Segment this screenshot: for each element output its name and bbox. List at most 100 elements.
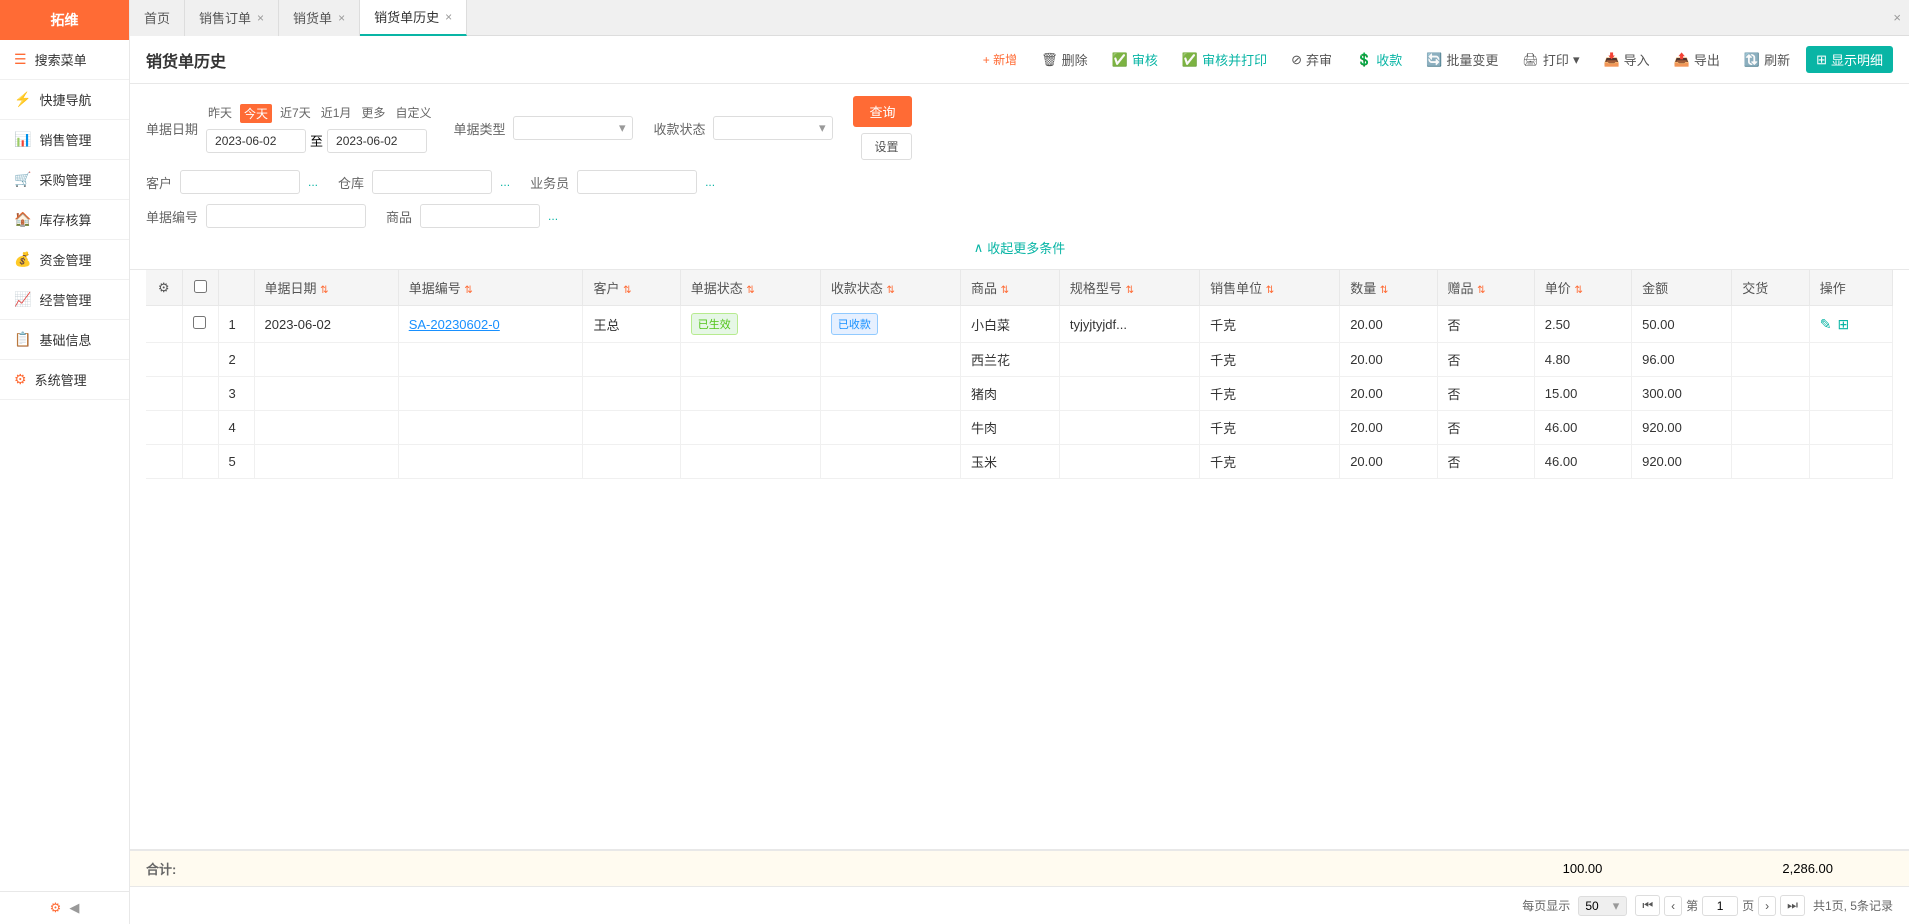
tabs-bar: 首页 销售订单 × 销货单 × 销货单历史 × ×	[130, 0, 1909, 36]
page-next-btn[interactable]: ›	[1758, 896, 1776, 916]
doc-type-select[interactable]	[513, 116, 633, 140]
collect-status-select[interactable]	[713, 116, 833, 140]
page-first-btn[interactable]: ⏮	[1635, 895, 1660, 916]
sort-spec-icon: ⇅	[1126, 285, 1134, 296]
sidebar-item-operations[interactable]: 📈 经营管理	[0, 280, 129, 320]
staff-ellipsis[interactable]: ...	[705, 175, 715, 189]
row-checkbox[interactable]	[193, 316, 206, 329]
goods-ellipsis[interactable]: ...	[548, 209, 558, 223]
filter-row-2: 客户 ... 仓库 ... 业务员 ...	[146, 170, 1893, 194]
select-all-checkbox[interactable]	[194, 280, 207, 293]
th-price[interactable]: 单价 ⇅	[1534, 270, 1631, 306]
edit-action-icon[interactable]: ✎	[1820, 316, 1832, 333]
collect-button[interactable]: 💲 收款	[1348, 46, 1410, 73]
cell-doc-status	[680, 445, 820, 479]
th-date[interactable]: 单据日期 ⇅	[254, 270, 398, 306]
more-action-icon[interactable]: ⊞	[1837, 316, 1849, 333]
page-input[interactable]	[1702, 896, 1738, 916]
sidebar-item-finance[interactable]: 💰 资金管理	[0, 240, 129, 280]
per-page-select-wrapper: 50 100	[1578, 896, 1627, 916]
shortcut-today[interactable]: 今天	[240, 104, 272, 123]
sidebar-label-search: 搜索菜单	[35, 50, 87, 69]
sidebar-collapse-icon[interactable]: ◀	[69, 900, 79, 916]
sidebar-settings-icon[interactable]: ⚙	[50, 900, 62, 916]
import-button[interactable]: 📥 导入	[1595, 46, 1657, 73]
cell-price: 46.00	[1534, 445, 1631, 479]
collapse-arrow-icon: ∧	[974, 240, 984, 256]
date-shortcuts: 昨天 今天 近7天 近1月 更多 自定义	[206, 104, 433, 123]
shortcut-custom[interactable]: 自定义	[393, 104, 433, 123]
sidebar-item-purchase[interactable]: 🛒 采购管理	[0, 160, 129, 200]
cell-trade	[1732, 377, 1809, 411]
th-amount: 金额	[1632, 270, 1732, 306]
export-button[interactable]: 📤 导出	[1666, 46, 1728, 73]
customer-ellipsis[interactable]: ...	[308, 175, 318, 189]
close-all-tabs[interactable]: ×	[1893, 10, 1901, 25]
audit-button[interactable]: ✅ 审核	[1104, 46, 1166, 73]
batch-change-button[interactable]: 🔄 批量变更	[1418, 46, 1506, 73]
finance-icon: 💰	[14, 251, 31, 268]
date-from-input[interactable]	[206, 129, 306, 153]
th-customer[interactable]: 客户 ⇅	[583, 270, 680, 306]
page-last-btn[interactable]: ⏭	[1780, 895, 1805, 916]
sidebar-item-base-info[interactable]: 📋 基础信息	[0, 320, 129, 360]
doc-no-link[interactable]: SA-20230602-0	[409, 317, 500, 332]
date-to-input[interactable]	[327, 129, 427, 153]
shortcut-yesterday[interactable]: 昨天	[206, 104, 234, 123]
sidebar-item-sales[interactable]: 📊 销售管理	[0, 120, 129, 160]
sidebar-item-sys-mgmt[interactable]: ⚙ 系统管理	[0, 360, 129, 400]
delete-icon: 🗑	[1041, 52, 1058, 68]
display-detail-button[interactable]: ⊞ 显示明细	[1806, 46, 1893, 73]
cell-settings	[146, 343, 182, 377]
th-no[interactable]: 单据编号 ⇅	[398, 270, 583, 306]
customer-input[interactable]	[180, 170, 300, 194]
th-gift[interactable]: 赠品 ⇅	[1437, 270, 1534, 306]
print-button[interactable]: 🖨 打印 ▾	[1514, 46, 1587, 73]
cell-amount: 96.00	[1632, 343, 1732, 377]
th-spec[interactable]: 规格型号 ⇅	[1059, 270, 1199, 306]
tab-sales-history[interactable]: 销货单历史 ×	[360, 0, 467, 36]
shortcut-1month[interactable]: 近1月	[319, 104, 354, 123]
audit-print-icon: ✅	[1182, 52, 1198, 68]
th-doc-status[interactable]: 单据状态 ⇅	[680, 270, 820, 306]
docno-input[interactable]	[206, 204, 366, 228]
th-qty[interactable]: 数量 ⇅	[1340, 270, 1437, 306]
tab-home[interactable]: 首页	[130, 0, 185, 36]
cell-action	[1809, 377, 1892, 411]
add-button[interactable]: + 新增	[975, 47, 1025, 72]
cell-action	[1809, 411, 1892, 445]
tab-sales-goods-close[interactable]: ×	[338, 11, 345, 25]
sidebar-item-inventory[interactable]: 🏠 库存核算	[0, 200, 129, 240]
delete-button[interactable]: 🗑 删除	[1033, 46, 1096, 73]
query-button[interactable]: 查询	[853, 96, 911, 127]
page-prev-btn[interactable]: ‹	[1664, 896, 1682, 916]
collapse-button[interactable]: ∧ 收起更多条件	[146, 238, 1893, 257]
warehouse-input[interactable]	[372, 170, 492, 194]
footer-qty: 100.00	[196, 861, 1762, 876]
tab-sales-goods[interactable]: 销货单 ×	[279, 0, 360, 36]
warehouse-ellipsis[interactable]: ...	[500, 175, 510, 189]
audit-icon: ✅	[1112, 52, 1128, 68]
collapse-label: 收起更多条件	[987, 238, 1065, 257]
tab-sales-order[interactable]: 销售订单 ×	[185, 0, 279, 36]
tab-sales-history-close[interactable]: ×	[445, 10, 452, 24]
goods-input[interactable]	[420, 204, 540, 228]
settings-button[interactable]: 设置	[861, 133, 911, 160]
th-unit[interactable]: 销售单位 ⇅	[1200, 270, 1340, 306]
refresh-button[interactable]: 🔃 刷新	[1736, 46, 1798, 73]
settings-gear-icon[interactable]: ⚙	[158, 280, 170, 295]
sidebar-item-quick-nav[interactable]: ⚡ 快捷导航	[0, 80, 129, 120]
th-settings[interactable]: ⚙	[146, 270, 182, 306]
shortcut-7days[interactable]: 近7天	[278, 104, 313, 123]
shortcut-more[interactable]: 更多	[359, 104, 387, 123]
per-page-select[interactable]: 50 100	[1578, 896, 1627, 916]
audit-print-button[interactable]: ✅ 审核并打印	[1174, 46, 1275, 73]
date-filter-label: 单据日期	[146, 119, 198, 138]
sidebar-item-search-menu[interactable]: ☰ 搜索菜单	[0, 40, 129, 80]
tab-sales-order-close[interactable]: ×	[257, 11, 264, 25]
staff-input[interactable]	[577, 170, 697, 194]
th-collect-status[interactable]: 收款状态 ⇅	[820, 270, 960, 306]
abandon-button[interactable]: ⊘ 弃审	[1283, 46, 1340, 73]
th-goods[interactable]: 商品 ⇅	[961, 270, 1060, 306]
cell-settings	[146, 306, 182, 343]
